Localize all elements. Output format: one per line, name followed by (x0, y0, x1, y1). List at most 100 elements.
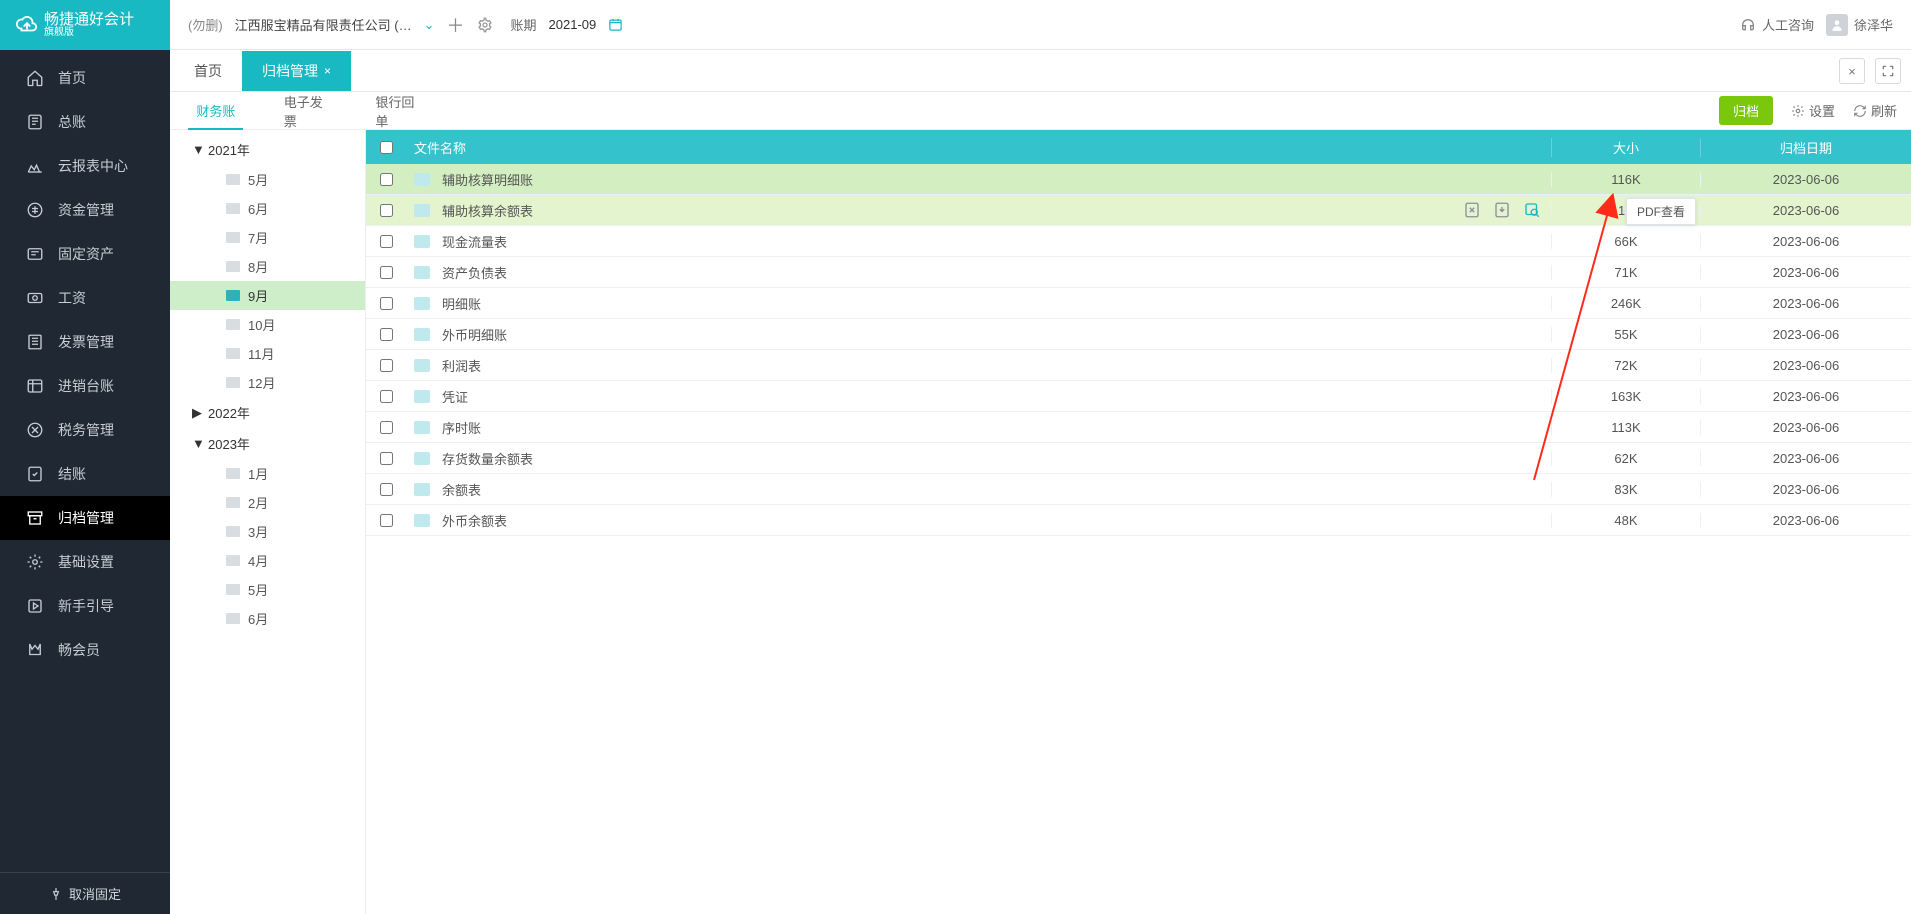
subtab-einv[interactable]: 电子发票 (262, 92, 354, 129)
company-settings-button[interactable] (477, 17, 493, 33)
tree-year[interactable]: ▼2023年 (170, 428, 365, 459)
table-row[interactable]: 余额表83K2023-06-06 (366, 474, 1911, 505)
row-checkbox[interactable] (380, 204, 393, 217)
human-support-button[interactable]: 人工咨询 (1740, 15, 1814, 34)
tree-month[interactable]: 7月 (170, 223, 365, 252)
support-label: 人工咨询 (1762, 15, 1814, 34)
file-name: 凭证 (442, 387, 468, 406)
add-company-button[interactable]: ＋ (447, 12, 465, 38)
row-checkbox[interactable] (380, 514, 393, 527)
pin-icon (49, 887, 63, 901)
nav-label: 资金管理 (58, 200, 114, 220)
tree-month[interactable]: 6月 (170, 604, 365, 633)
tree-month[interactable]: 1月 (170, 459, 365, 488)
archive-date: 2023-06-06 (1701, 358, 1911, 373)
tab-close-button[interactable]: × (324, 64, 331, 78)
company-selector[interactable]: 江西服宝精品有限责任公司 (… (235, 15, 412, 34)
month-label: 6月 (248, 609, 268, 628)
tree-month[interactable]: 2月 (170, 488, 365, 517)
table-row[interactable]: 现金流量表66K2023-06-06 (366, 226, 1911, 257)
sidebar-item-wages[interactable]: 工资 (0, 276, 170, 320)
subtab-bank[interactable]: 银行回单 (353, 92, 445, 129)
col-header-name[interactable]: 文件名称 (406, 138, 1551, 157)
tree-month[interactable]: 5月 (170, 575, 365, 604)
row-hover-actions (1463, 201, 1541, 219)
download-pdf-icon[interactable] (1493, 201, 1511, 219)
tree-month[interactable]: 8月 (170, 252, 365, 281)
sidebar-item-cloud-report[interactable]: 云报表中心 (0, 144, 170, 188)
tab-home[interactable]: 首页 (174, 51, 242, 91)
table-row[interactable]: 外币余额表48K2023-06-06 (366, 505, 1911, 536)
subtab-label: 电子发票 (284, 92, 332, 130)
calendar-icon[interactable] (608, 17, 623, 32)
table-row[interactable]: 凭证163K2023-06-06 (366, 381, 1911, 412)
folder-icon (414, 297, 430, 310)
refresh-button[interactable]: 刷新 (1853, 101, 1897, 120)
sidebar-item-invoice[interactable]: 发票管理 (0, 320, 170, 364)
row-checkbox[interactable] (380, 266, 393, 279)
brand-logo[interactable]: 畅捷通好会计 旗舰版 (0, 0, 170, 50)
row-checkbox[interactable] (380, 483, 393, 496)
tree-month[interactable]: 3月 (170, 517, 365, 546)
folder-icon (226, 319, 240, 330)
col-header-date[interactable]: 归档日期 (1701, 138, 1911, 157)
table-row[interactable]: 辅助核算余额表PDF查看1K2023-06-06 (366, 195, 1911, 226)
tree-month[interactable]: 6月 (170, 194, 365, 223)
table-row[interactable]: 存货数量余额表62K2023-06-06 (366, 443, 1911, 474)
table-row[interactable]: 资产负债表71K2023-06-06 (366, 257, 1911, 288)
nav-label: 畅会员 (58, 640, 100, 660)
row-checkbox[interactable] (380, 235, 393, 248)
archive-date: 2023-06-06 (1701, 513, 1911, 528)
view-pdf-icon[interactable] (1523, 201, 1541, 219)
select-all-checkbox[interactable] (380, 141, 393, 154)
month-label: 12月 (248, 373, 275, 392)
unpin-sidebar-button[interactable]: 取消固定 (0, 872, 170, 914)
row-checkbox[interactable] (380, 297, 393, 310)
col-header-size[interactable]: 大小 (1551, 138, 1701, 157)
sidebar-item-funds[interactable]: 资金管理 (0, 188, 170, 232)
sidebar-item-member[interactable]: 畅会员 (0, 628, 170, 672)
tree-year[interactable]: ▼2021年 (170, 134, 365, 165)
tab-archive[interactable]: 归档管理× (242, 51, 351, 91)
table-row[interactable]: 外币明细账55K2023-06-06 (366, 319, 1911, 350)
table-row[interactable]: 明细账246K2023-06-06 (366, 288, 1911, 319)
tree-month[interactable]: 10月 (170, 310, 365, 339)
archive-button[interactable]: 归档 (1719, 96, 1773, 125)
close-all-tabs-button[interactable]: × (1839, 58, 1865, 84)
sidebar-item-fixed-assets[interactable]: 固定资产 (0, 232, 170, 276)
subtab-label: 银行回单 (375, 92, 423, 130)
tree-year[interactable]: ▶2022年 (170, 397, 365, 428)
sidebar-item-guide[interactable]: 新手引导 (0, 584, 170, 628)
settings-button[interactable]: 设置 (1791, 101, 1835, 120)
sidebar-item-ledger[interactable]: 总账 (0, 100, 170, 144)
table-row[interactable]: 利润表72K2023-06-06 (366, 350, 1911, 381)
sidebar-item-tax[interactable]: 税务管理 (0, 408, 170, 452)
user-menu[interactable]: 徐泽华 (1826, 14, 1893, 36)
table-row[interactable]: 序时账113K2023-06-06 (366, 412, 1911, 443)
tree-month[interactable]: 5月 (170, 165, 365, 194)
sidebar-item-psi[interactable]: 进销台账 (0, 364, 170, 408)
row-checkbox[interactable] (380, 173, 393, 186)
row-checkbox[interactable] (380, 452, 393, 465)
archive-date: 2023-06-06 (1701, 172, 1911, 187)
period-value[interactable]: 2021-09 (549, 17, 597, 32)
tree-month[interactable]: 4月 (170, 546, 365, 575)
row-checkbox[interactable] (380, 390, 393, 403)
archive-date: 2023-06-06 (1701, 296, 1911, 311)
sidebar-item-archive[interactable]: 归档管理 (0, 496, 170, 540)
table-row[interactable]: 辅助核算明细账116K2023-06-06 (366, 164, 1911, 195)
sidebar-item-home[interactable]: 首页 (0, 56, 170, 100)
fullscreen-button[interactable] (1875, 58, 1901, 84)
sidebar-item-basic[interactable]: 基础设置 (0, 540, 170, 584)
chevron-down-icon[interactable]: ⌄ (424, 17, 435, 33)
download-excel-icon[interactable] (1463, 201, 1481, 219)
folder-icon (226, 526, 240, 537)
row-checkbox[interactable] (380, 359, 393, 372)
subtab-fin[interactable]: 财务账 (170, 92, 262, 129)
tree-month[interactable]: 11月 (170, 339, 365, 368)
row-checkbox[interactable] (380, 421, 393, 434)
tree-month[interactable]: 9月 (170, 281, 365, 310)
row-checkbox[interactable] (380, 328, 393, 341)
sidebar-item-closing[interactable]: 结账 (0, 452, 170, 496)
tree-month[interactable]: 12月 (170, 368, 365, 397)
